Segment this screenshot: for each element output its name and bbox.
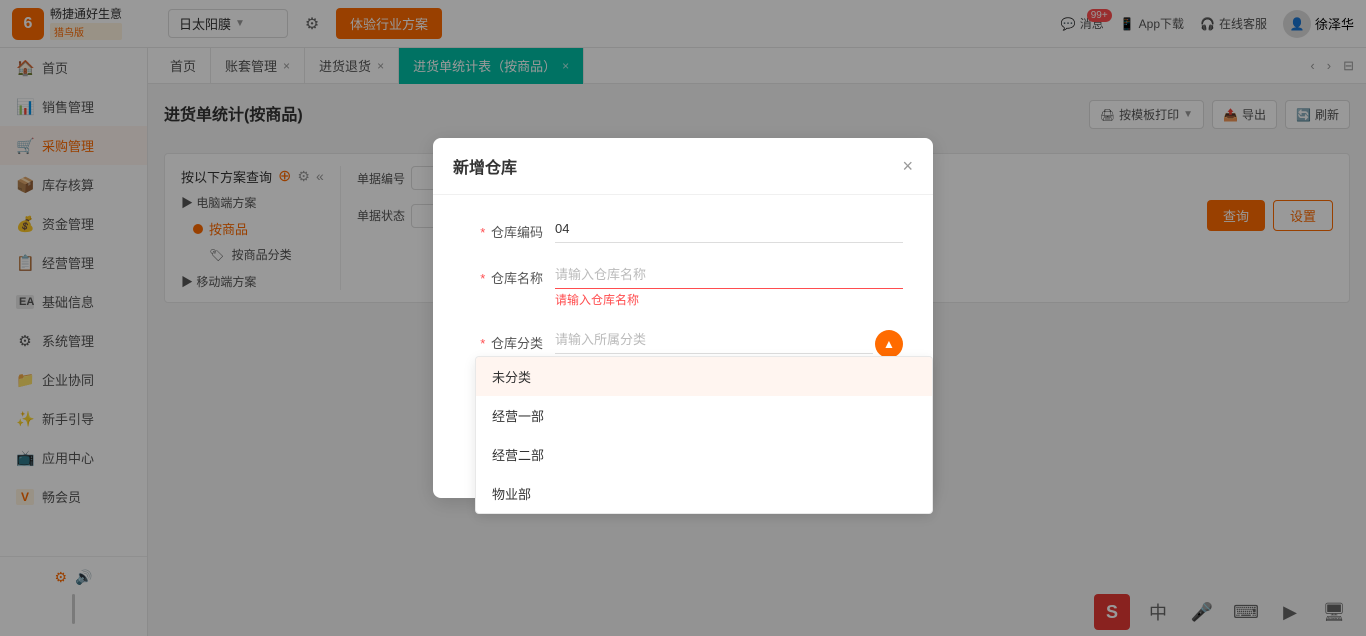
warehouse-category-field-wrap: ▲ 未分类 经营一部 经营二部 物业部 xyxy=(555,326,903,354)
modal-header: 新增仓库 × xyxy=(433,138,933,195)
form-row-warehouse-code: * 仓库编码 xyxy=(463,215,903,243)
form-row-warehouse-category: * 仓库分类 ▲ 未分类 经营一部 经营二部 物业部 xyxy=(463,326,903,354)
dropdown-option-ops1[interactable]: 经营一部 xyxy=(476,396,932,435)
modal-title: 新增仓库 xyxy=(453,154,517,178)
warehouse-code-input[interactable] xyxy=(555,215,903,243)
warehouse-name-label: * 仓库名称 xyxy=(463,261,543,287)
warehouse-modal: 新增仓库 × * 仓库编码 * 仓库名称 请输入仓库名称 xyxy=(433,138,933,498)
warehouse-name-error: 请输入仓库名称 xyxy=(555,291,903,308)
warehouse-name-input[interactable] xyxy=(555,261,903,289)
modal-close-button[interactable]: × xyxy=(902,156,913,177)
dropdown-option-ops2[interactable]: 经营二部 xyxy=(476,435,932,474)
category-dropdown-arrow[interactable]: ▲ xyxy=(875,330,903,358)
warehouse-name-field-wrap: 请输入仓库名称 xyxy=(555,261,903,308)
form-row-warehouse-name: * 仓库名称 请输入仓库名称 xyxy=(463,261,903,308)
modal-overlay[interactable]: 新增仓库 × * 仓库编码 * 仓库名称 请输入仓库名称 xyxy=(0,0,1366,636)
required-star-3: * xyxy=(480,336,485,351)
dropdown-option-uncategorized[interactable]: 未分类 xyxy=(476,357,932,396)
required-star-2: * xyxy=(480,271,485,286)
warehouse-code-label: * 仓库编码 xyxy=(463,215,543,241)
warehouse-category-label: * 仓库分类 xyxy=(463,326,543,352)
warehouse-category-input[interactable] xyxy=(555,326,873,354)
dropdown-option-property[interactable]: 物业部 xyxy=(476,474,932,513)
required-star: * xyxy=(480,225,485,240)
category-dropdown-list: 未分类 经营一部 经营二部 物业部 xyxy=(475,356,933,514)
modal-body: * 仓库编码 * 仓库名称 请输入仓库名称 * xyxy=(433,195,933,438)
